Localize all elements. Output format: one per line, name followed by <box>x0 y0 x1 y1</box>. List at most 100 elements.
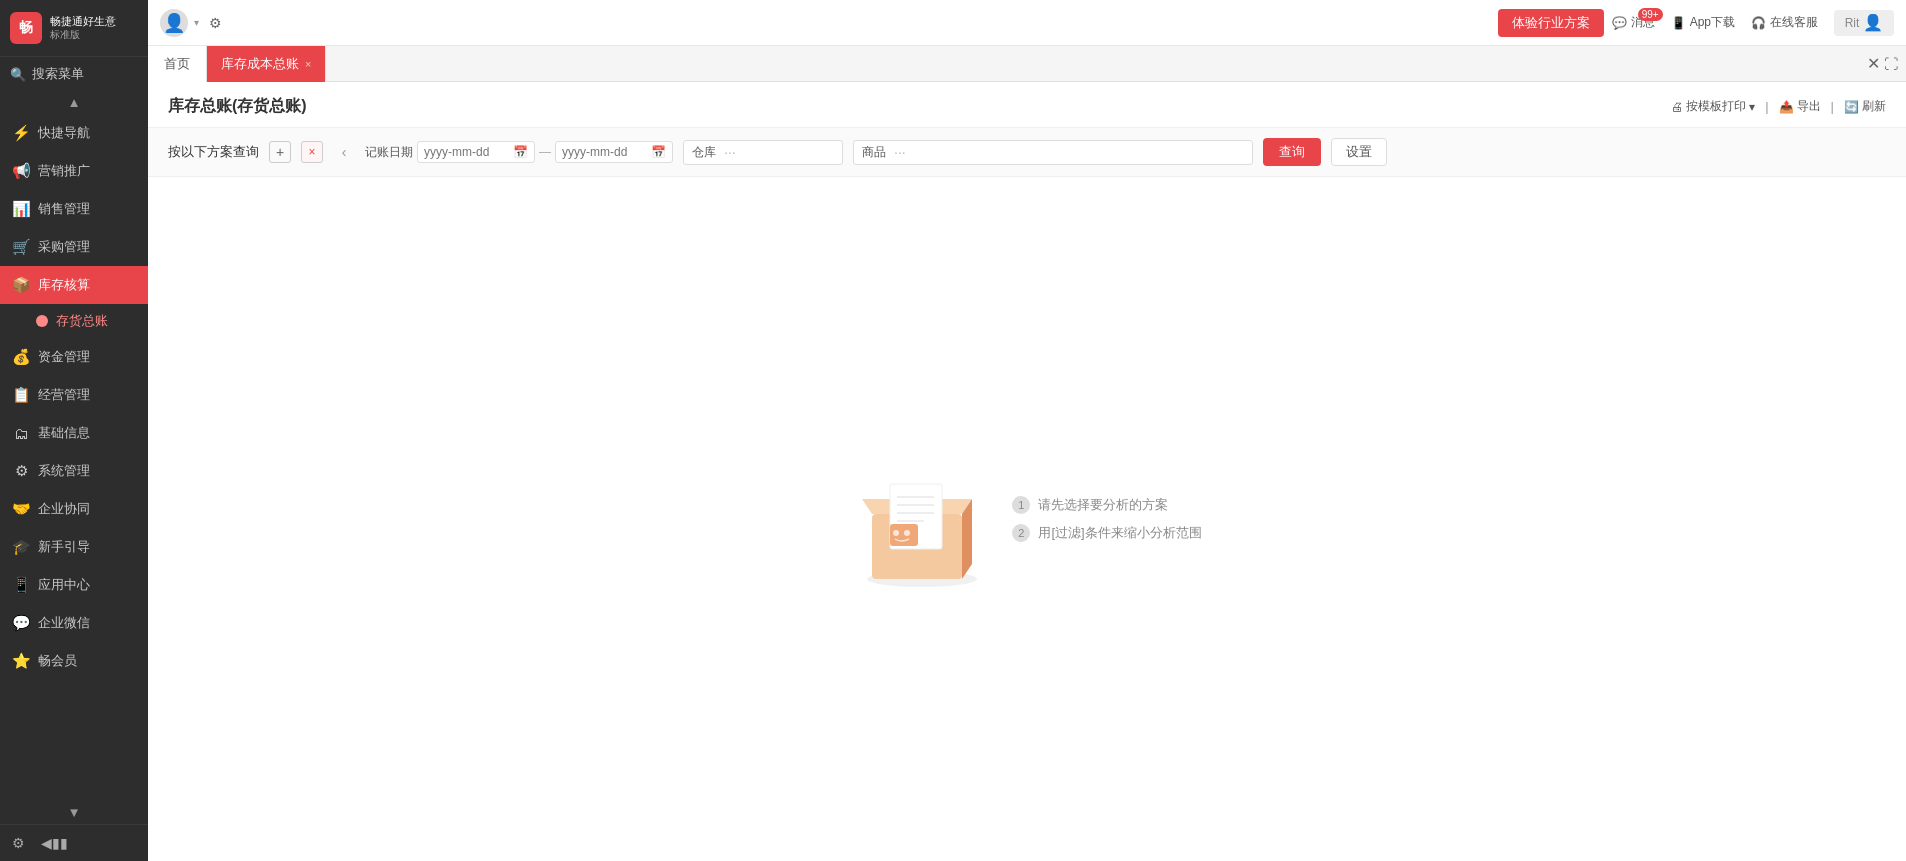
sidebar-item-label: 新手引导 <box>38 538 90 556</box>
product-label: 商品 <box>862 144 886 161</box>
product-more-icon[interactable]: ··· <box>894 144 906 160</box>
tab-close-icon[interactable]: × <box>305 58 311 70</box>
export-button[interactable]: 📤 导出 <box>1779 98 1821 115</box>
query-button[interactable]: 查询 <box>1263 138 1321 166</box>
filter-collapse-button[interactable]: × <box>301 141 323 163</box>
sidebar-scroll-up[interactable]: ▲ <box>67 93 80 112</box>
empty-tips: 1 请先选择要分析的方案 2 用[过滤]条件来缩小分析范围 <box>1012 496 1201 542</box>
filter-bar: 按以下方案查询 + × ‹ 记账日期 📅 — 📅 <box>148 128 1906 177</box>
sidebar-item-label: 营销推广 <box>38 162 90 180</box>
sidebar-item-app-center[interactable]: 📱 应用中心 <box>0 566 148 604</box>
settings-button[interactable]: 设置 <box>1331 138 1387 166</box>
tabbar-expand-button[interactable]: ⛶ <box>1884 56 1898 72</box>
sidebar-item-cooperation[interactable]: 🤝 企业协同 <box>0 490 148 528</box>
tip-text-1: 请先选择要分析的方案 <box>1038 496 1168 514</box>
online-service-label: 在线客服 <box>1770 14 1818 31</box>
sidebar-item-purchase[interactable]: 🛒 采购管理 <box>0 228 148 266</box>
membership-icon: ⭐ <box>12 652 30 670</box>
sidebar-item-label: 销售管理 <box>38 200 90 218</box>
topbar-user-area: 👤 ▾ ⚙ <box>160 9 1490 37</box>
purchase-icon: 🛒 <box>12 238 30 256</box>
warehouse-selector[interactable]: 仓库 ··· <box>683 140 843 165</box>
app-download-label: App下载 <box>1690 14 1735 31</box>
export-icon: 📤 <box>1779 100 1794 114</box>
sidebar-search[interactable]: 🔍 搜索菜单 <box>0 57 148 91</box>
sidebar-scroll-down[interactable]: ▼ <box>67 803 80 822</box>
warehouse-more-icon[interactable]: ··· <box>724 144 736 160</box>
sidebar-search-label: 搜索菜单 <box>32 65 84 83</box>
marketing-icon: 📢 <box>12 162 30 180</box>
sub-item-dot-icon <box>36 315 48 327</box>
main-area: 👤 ▾ ⚙ 体验行业方案 💬 消息 99+ 📱 App下载 🎧 在线客服 <box>148 0 1906 861</box>
sidebar-item-label: 基础信息 <box>38 424 90 442</box>
cooperation-icon: 🤝 <box>12 500 30 518</box>
date-start-input[interactable] <box>424 145 509 159</box>
print-dropdown-icon[interactable]: ▾ <box>1749 100 1755 114</box>
sidebar-item-sales[interactable]: 📊 销售管理 <box>0 190 148 228</box>
topbar-gear-icon[interactable]: ⚙ <box>209 15 222 31</box>
empty-svg <box>852 459 992 589</box>
sidebar-sub-item-label: 存货总账 <box>56 312 108 330</box>
tab-home[interactable]: 首页 <box>148 46 207 82</box>
tabbar-close-button[interactable]: ✕ <box>1867 56 1880 72</box>
topbar-right-user[interactable]: Rit 👤 <box>1834 10 1894 36</box>
message-icon: 💬 <box>1612 16 1627 30</box>
user-dropdown-chevron[interactable]: ▾ <box>194 17 199 28</box>
tabbar-right: ✕ ⛶ <box>1867 56 1906 72</box>
app-logo-icon: 畅 <box>10 12 42 44</box>
date-separator: — <box>539 145 551 159</box>
sidebar-sub-item-ledger[interactable]: 存货总账 <box>0 304 148 338</box>
sidebar-item-finance[interactable]: 💰 资金管理 <box>0 338 148 376</box>
page-header: 库存总账(存货总账) 🖨 按模板打印 ▾ | 📤 导出 | 🔄 刷新 <box>148 82 1906 128</box>
page-header-actions: 🖨 按模板打印 ▾ | 📤 导出 | 🔄 刷新 <box>1671 98 1886 115</box>
sidebar-item-system[interactable]: ⚙ 系统管理 <box>0 452 148 490</box>
sidebar-item-operations[interactable]: 📋 经营管理 <box>0 376 148 414</box>
filter-arrow-button[interactable]: ‹ <box>333 141 355 163</box>
topbar: 👤 ▾ ⚙ 体验行业方案 💬 消息 99+ 📱 App下载 🎧 在线客服 <box>148 0 1906 46</box>
product-selector[interactable]: 商品 ··· <box>853 140 1253 165</box>
sales-icon: 📊 <box>12 200 30 218</box>
tab-active-label: 库存成本总账 <box>221 55 299 73</box>
quick-nav-icon: ⚡ <box>12 124 30 142</box>
calendar-start-icon[interactable]: 📅 <box>513 145 528 159</box>
sidebar-item-quick-nav[interactable]: ⚡ 快捷导航 <box>0 114 148 152</box>
tip-text-2: 用[过滤]条件来缩小分析范围 <box>1038 524 1201 542</box>
enterprise-wechat-icon: 💬 <box>12 614 30 632</box>
refresh-button[interactable]: 🔄 刷新 <box>1844 98 1886 115</box>
sidebar-item-label: 企业微信 <box>38 614 90 632</box>
date-end-input[interactable] <box>562 145 647 159</box>
finance-icon: 💰 <box>12 348 30 366</box>
sidebar-item-enterprise-wechat[interactable]: 💬 企业微信 <box>0 604 148 642</box>
filter-add-button[interactable]: + <box>269 141 291 163</box>
topbar-messages[interactable]: 💬 消息 99+ <box>1612 14 1655 31</box>
industry-solution-button[interactable]: 体验行业方案 <box>1498 9 1604 37</box>
sidebar-nav: ⚡ 快捷导航 📢 营销推广 📊 销售管理 🛒 采购管理 📦 库存核算 存货总账 <box>0 114 148 801</box>
sidebar-item-inventory[interactable]: 📦 库存核算 <box>0 266 148 304</box>
calendar-end-icon[interactable]: 📅 <box>651 145 666 159</box>
topbar-app-download[interactable]: 📱 App下载 <box>1671 14 1735 31</box>
system-icon: ⚙ <box>12 462 30 480</box>
sidebar-item-new-guide[interactable]: 🎓 新手引导 <box>0 528 148 566</box>
warehouse-label: 仓库 <box>692 144 716 161</box>
collapse-icon: × <box>308 145 315 159</box>
sidebar-settings-icon[interactable]: ⚙ <box>12 835 25 851</box>
topbar-online-service[interactable]: 🎧 在线客服 <box>1751 14 1818 31</box>
refresh-icon: 🔄 <box>1844 100 1859 114</box>
arrow-left-icon: ‹ <box>342 144 347 160</box>
tip-number-1: 1 <box>1012 496 1030 514</box>
sidebar-item-label: 畅会员 <box>38 652 77 670</box>
sidebar-item-label: 系统管理 <box>38 462 90 480</box>
sidebar-item-membership[interactable]: ⭐ 畅会员 <box>0 642 148 680</box>
print-button[interactable]: 🖨 按模板打印 ▾ <box>1671 98 1755 115</box>
tab-inventory-cost-ledger[interactable]: 库存成本总账 × <box>207 46 326 82</box>
sidebar-item-label: 应用中心 <box>38 576 90 594</box>
sidebar-item-basic-info[interactable]: 🗂 基础信息 <box>0 414 148 452</box>
tip-number-2: 2 <box>1012 524 1030 542</box>
app-name-block: 畅捷通好生意 标准版 <box>50 14 116 42</box>
sidebar-logo: 畅 畅捷通好生意 标准版 <box>0 0 148 57</box>
sidebar-item-marketing[interactable]: 📢 营销推广 <box>0 152 148 190</box>
new-guide-icon: 🎓 <box>12 538 30 556</box>
filter-label: 按以下方案查询 <box>168 143 259 161</box>
svg-point-11 <box>904 530 910 536</box>
sidebar-audio-icon[interactable]: ◀▮▮ <box>41 835 68 851</box>
